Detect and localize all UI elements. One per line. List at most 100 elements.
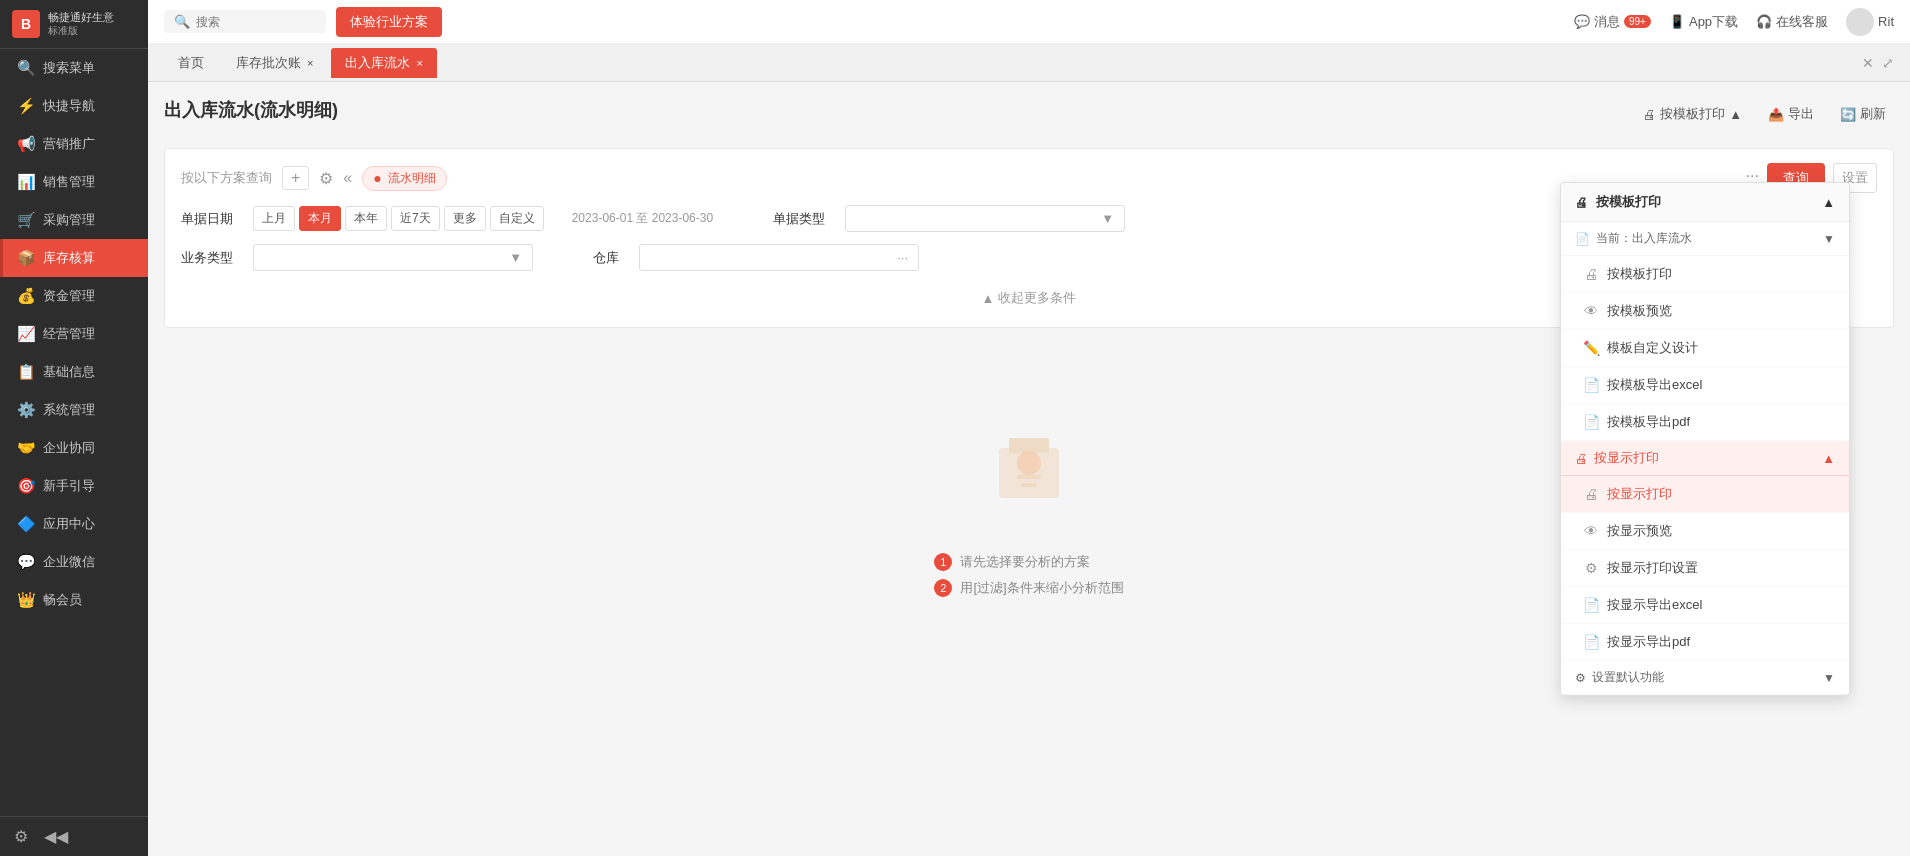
svg-rect-4 bbox=[1021, 483, 1037, 487]
message-button[interactable]: 💬 消息 99+ bbox=[1574, 13, 1651, 31]
date-this-month-btn[interactable]: 本月 bbox=[299, 206, 341, 231]
topbar-search-input[interactable] bbox=[196, 15, 316, 29]
display-section-chevron[interactable]: ▲ bbox=[1822, 451, 1835, 466]
dropdown-template-excel[interactable]: 📄 按模板导出excel bbox=[1561, 367, 1849, 404]
sidebar-item-finance[interactable]: 💰 资金管理 bbox=[0, 277, 148, 315]
sidebar-item-label: 基础信息 bbox=[43, 363, 95, 381]
dropdown-template-design[interactable]: ✏️ 模板自定义设计 bbox=[1561, 330, 1849, 367]
display-settings-icon: ⚙ bbox=[1583, 560, 1599, 576]
sidebar-item-label: 快捷导航 bbox=[43, 97, 95, 115]
svg-rect-1 bbox=[1009, 438, 1049, 453]
tab-flow-detail[interactable]: 出入库流水 × bbox=[331, 48, 436, 78]
message-label: 消息 bbox=[1594, 13, 1620, 31]
sidebar-item-operations[interactable]: 📈 经营管理 bbox=[0, 315, 148, 353]
megaphone-icon: 📢 bbox=[17, 135, 35, 153]
collapse-sidebar-icon[interactable]: ◀◀ bbox=[44, 827, 68, 846]
online-service-button[interactable]: 🎧 在线客服 bbox=[1756, 13, 1828, 31]
default-func-row[interactable]: ⚙ 设置默认功能 ▼ bbox=[1561, 661, 1849, 695]
business-type-select[interactable]: ▼ bbox=[253, 244, 533, 271]
gear-icon: ⚙️ bbox=[17, 401, 35, 419]
date-custom-btn[interactable]: 自定义 bbox=[490, 206, 544, 231]
sidebar-item-system[interactable]: ⚙️ 系统管理 bbox=[0, 391, 148, 429]
default-func-chevron: ▼ bbox=[1823, 671, 1835, 685]
doc-type-chevron-icon: ▼ bbox=[1101, 211, 1114, 226]
sidebar-item-search[interactable]: 🔍 搜索菜单 bbox=[0, 49, 148, 87]
date-label: 单据日期 bbox=[181, 210, 233, 228]
online-service-label: 在线客服 bbox=[1776, 13, 1828, 31]
export-label: 导出 bbox=[1788, 105, 1814, 123]
date-more-btn[interactable]: 更多 bbox=[444, 206, 486, 231]
sidebar-item-inventory[interactable]: 📦 库存核算 bbox=[0, 239, 148, 277]
dropdown-header[interactable]: 🖨 按模板打印 ▲ bbox=[1561, 183, 1849, 222]
lightning-icon: ⚡ bbox=[17, 97, 35, 115]
date-this-year-btn[interactable]: 本年 bbox=[345, 206, 387, 231]
export-button[interactable]: 📤 导出 bbox=[1760, 101, 1822, 127]
dropdown-template-print[interactable]: 🖨 按模板打印 bbox=[1561, 256, 1849, 293]
tabbar-controls: ✕ ⤢ bbox=[1862, 55, 1894, 71]
tab-home[interactable]: 首页 bbox=[164, 48, 218, 78]
tab-batch-account[interactable]: 库存批次账 × bbox=[222, 48, 327, 78]
filter-settings-icon[interactable]: ⚙ bbox=[319, 169, 333, 188]
default-func-icon: ⚙ bbox=[1575, 671, 1586, 685]
excel-item-icon: 📄 bbox=[1583, 377, 1599, 393]
industry-solution-button[interactable]: 体验行业方案 bbox=[336, 7, 442, 37]
main-area: 🔍 体验行业方案 💬 消息 99+ 📱 App下载 🎧 在线客服 Rit bbox=[148, 0, 1910, 856]
date-7days-btn[interactable]: 近7天 bbox=[391, 206, 440, 231]
display-print-section-header[interactable]: 🖨 按显示打印 ▲ bbox=[1561, 441, 1849, 476]
sidebar-item-sales[interactable]: 📊 销售管理 bbox=[0, 163, 148, 201]
tab-flow-detail-label: 出入库流水 bbox=[345, 54, 410, 72]
template-design-item-label: 模板自定义设计 bbox=[1607, 339, 1698, 357]
sidebar-item-quick-nav[interactable]: ⚡ 快捷导航 bbox=[0, 87, 148, 125]
dropdown-template-pdf[interactable]: 📄 按模板导出pdf bbox=[1561, 404, 1849, 441]
user-avatar-button[interactable]: Rit bbox=[1846, 8, 1894, 36]
current-template-row: 📄 当前：出入库流水 ▼ bbox=[1561, 222, 1849, 256]
dropdown-display-settings[interactable]: ⚙ 按显示打印设置 bbox=[1561, 550, 1849, 587]
add-condition-button[interactable]: + bbox=[282, 166, 309, 190]
warehouse-select[interactable]: ··· bbox=[639, 244, 919, 271]
sidebar-item-vip[interactable]: 👑 畅会员 bbox=[0, 581, 148, 619]
tab-flow-detail-close[interactable]: × bbox=[416, 57, 422, 69]
sidebar-item-purchase[interactable]: 🛒 采购管理 bbox=[0, 201, 148, 239]
dropdown-display-print[interactable]: 🖨 按显示打印 bbox=[1561, 476, 1849, 513]
action-bar: 🖨 按模板打印 ▲ 📤 导出 🔄 刷新 bbox=[1635, 101, 1894, 127]
dropdown-template-preview[interactable]: 👁 按模板预览 bbox=[1561, 293, 1849, 330]
settings-footer-icon[interactable]: ⚙ bbox=[14, 827, 28, 846]
sidebar-item-basic[interactable]: 📋 基础信息 bbox=[0, 353, 148, 391]
sidebar-item-label: 系统管理 bbox=[43, 401, 95, 419]
tab-close-all-icon[interactable]: ✕ bbox=[1862, 55, 1874, 71]
display-print-item-label: 按显示打印 bbox=[1607, 485, 1672, 503]
template-pdf-item-label: 按模板导出pdf bbox=[1607, 413, 1690, 431]
display-settings-item-label: 按显示打印设置 bbox=[1607, 559, 1698, 577]
box-icon: 📦 bbox=[17, 249, 35, 267]
app-logo-icon: B bbox=[12, 10, 40, 38]
default-func-label: 设置默认功能 bbox=[1592, 669, 1664, 686]
chevron-up-icon: ▲ bbox=[982, 291, 995, 306]
sidebar-item-label: 畅会员 bbox=[43, 591, 82, 609]
dropdown-collapse-icon[interactable]: ▲ bbox=[1822, 195, 1835, 210]
app-download-button[interactable]: 📱 App下载 bbox=[1669, 13, 1738, 31]
topbar-search-icon: 🔍 bbox=[174, 14, 190, 29]
sidebar-item-collab[interactable]: 🤝 企业协同 bbox=[0, 429, 148, 467]
tab-expand-icon[interactable]: ⤢ bbox=[1882, 55, 1894, 71]
refresh-button[interactable]: 🔄 刷新 bbox=[1832, 101, 1894, 127]
template-print-button[interactable]: 🖨 按模板打印 ▲ bbox=[1635, 101, 1750, 127]
doc-type-select[interactable]: ▼ bbox=[845, 205, 1125, 232]
sidebar-item-guide[interactable]: 🎯 新手引导 bbox=[0, 467, 148, 505]
current-template-chevron[interactable]: ▼ bbox=[1823, 232, 1835, 246]
filter-collapse-icon[interactable]: « bbox=[343, 169, 352, 187]
tab-batch-account-close[interactable]: × bbox=[307, 57, 313, 69]
active-filter-tag[interactable]: ● 流水明细 bbox=[362, 166, 446, 191]
date-last-month-btn[interactable]: 上月 bbox=[253, 206, 295, 231]
message-badge: 99+ bbox=[1624, 15, 1651, 28]
sidebar-item-marketing[interactable]: 📢 营销推广 bbox=[0, 125, 148, 163]
sidebar-item-label: 搜索菜单 bbox=[43, 59, 95, 77]
printer-item-icon: 🖨 bbox=[1583, 266, 1599, 282]
topbar: 🔍 体验行业方案 💬 消息 99+ 📱 App下载 🎧 在线客服 Rit bbox=[148, 0, 1910, 44]
dropdown-display-excel[interactable]: 📄 按显示导出excel bbox=[1561, 587, 1849, 624]
dropdown-display-pdf[interactable]: 📄 按显示导出pdf bbox=[1561, 624, 1849, 661]
sidebar-item-apps[interactable]: 🔷 应用中心 bbox=[0, 505, 148, 543]
topbar-search-box[interactable]: 🔍 bbox=[164, 10, 326, 33]
current-template-label: 当前：出入库流水 bbox=[1596, 230, 1692, 247]
sidebar-item-wechat[interactable]: 💬 企业微信 bbox=[0, 543, 148, 581]
dropdown-display-preview[interactable]: 👁 按显示预览 bbox=[1561, 513, 1849, 550]
